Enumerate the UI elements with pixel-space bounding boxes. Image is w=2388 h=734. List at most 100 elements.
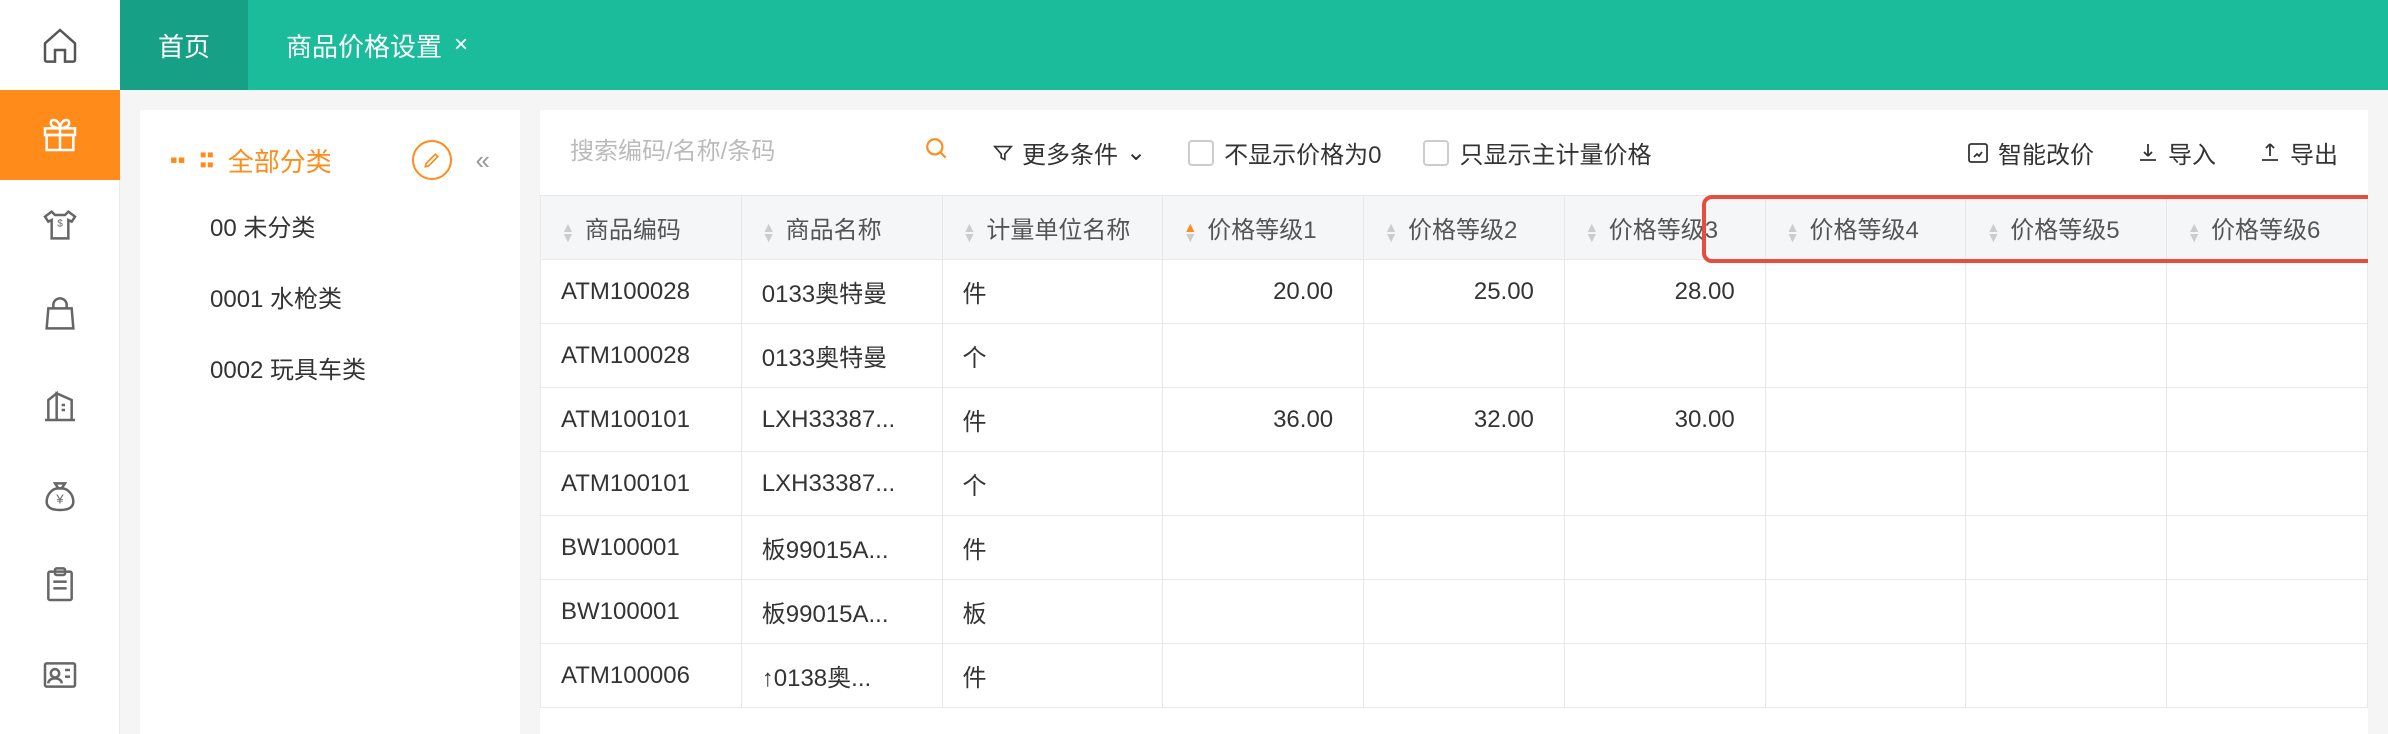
nav-home-icon[interactable]: [0, 0, 120, 90]
cell-p5[interactable]: [1966, 516, 2167, 580]
column-header[interactable]: ▲▼价格等级4: [1765, 196, 1966, 260]
cell-p3[interactable]: 30.00: [1564, 388, 1765, 452]
cell-p6[interactable]: [2167, 452, 2368, 516]
cell-p1[interactable]: [1163, 644, 1364, 708]
cell-p4[interactable]: [1765, 388, 1966, 452]
cell-p5[interactable]: [1966, 260, 2167, 324]
close-icon[interactable]: ×: [454, 31, 468, 59]
nav-gift-icon[interactable]: [0, 90, 120, 180]
cell-p2[interactable]: [1364, 580, 1565, 644]
cell-p6[interactable]: [2167, 644, 2368, 708]
cell-unit: 件: [942, 260, 1163, 324]
column-header[interactable]: ▲▼商品编码: [541, 196, 742, 260]
tool-label: 导出: [2290, 135, 2338, 170]
column-header[interactable]: ▲▼计量单位名称: [942, 196, 1163, 260]
cell-p1[interactable]: 20.00: [1163, 260, 1364, 324]
cell-p5[interactable]: [1966, 644, 2167, 708]
cell-p2[interactable]: [1364, 644, 1565, 708]
cell-p3[interactable]: [1564, 516, 1765, 580]
cell-p3[interactable]: 28.00: [1564, 260, 1765, 324]
cell-name: 板99015A...: [741, 516, 942, 580]
cell-p5[interactable]: [1966, 452, 2167, 516]
nav-bag-icon[interactable]: [0, 270, 120, 360]
cell-p4[interactable]: [1765, 516, 1966, 580]
column-header[interactable]: ▲▼价格等级3: [1564, 196, 1765, 260]
checkbox-only-main[interactable]: 只显示主计量价格: [1423, 135, 1651, 170]
cell-code: ATM100028: [541, 260, 742, 324]
cell-name: 0133奥特曼: [741, 260, 942, 324]
category-item[interactable]: 0001 水枪类: [140, 261, 520, 332]
edit-category-button[interactable]: [412, 140, 452, 180]
column-header[interactable]: ▲▼商品名称: [741, 196, 942, 260]
cell-p1[interactable]: [1163, 580, 1364, 644]
cell-p1[interactable]: 36.00: [1163, 388, 1364, 452]
cell-name: ↑0138奥...: [741, 644, 942, 708]
category-all-label[interactable]: 全部分类: [228, 142, 398, 179]
cell-unit: 个: [942, 324, 1163, 388]
cell-p4[interactable]: [1765, 644, 1966, 708]
nav-contact-icon[interactable]: [0, 630, 120, 720]
category-panel: ▪▪ ▪▪▪▪ 全部分类 « 00 未分类0001 水枪类0002 玩具车类: [140, 110, 520, 734]
cell-p3[interactable]: [1564, 644, 1765, 708]
cell-p1[interactable]: [1163, 516, 1364, 580]
cell-p5[interactable]: [1966, 388, 2167, 452]
checkbox-hide-zero[interactable]: 不显示价格为0: [1188, 135, 1381, 170]
column-header[interactable]: ▲▼价格等级1: [1163, 196, 1364, 260]
nav-shirt-icon[interactable]: $: [0, 180, 120, 270]
cell-p3[interactable]: [1564, 324, 1765, 388]
cell-name: LXH33387...: [741, 452, 942, 516]
nav-money-bag-icon[interactable]: ¥: [0, 450, 120, 540]
table-row[interactable]: ATM1000280133奥特曼件20.0025.0028.00: [541, 260, 2368, 324]
table-row[interactable]: ATM100101LXH33387...件36.0032.0030.00: [541, 388, 2368, 452]
tab-current[interactable]: 商品价格设置 ×: [248, 0, 506, 90]
cell-p6[interactable]: [2167, 580, 2368, 644]
cell-p2[interactable]: [1364, 452, 1565, 516]
smart-edit-button[interactable]: 智能改价: [1966, 135, 2094, 170]
import-button[interactable]: 导入: [2136, 135, 2216, 170]
category-item[interactable]: 0002 玩具车类: [140, 332, 520, 403]
table-row[interactable]: ATM1000280133奥特曼个: [541, 324, 2368, 388]
sort-icon: ▲▼: [1384, 222, 1398, 242]
grid-icon: ▪▪▪▪: [200, 150, 214, 170]
cell-p4[interactable]: [1765, 580, 1966, 644]
sort-icon: ▲▼: [1585, 222, 1599, 242]
cell-p2[interactable]: 32.00: [1364, 388, 1565, 452]
cell-p6[interactable]: [2167, 388, 2368, 452]
search-input[interactable]: [570, 130, 924, 174]
column-header[interactable]: ▲▼价格等级2: [1364, 196, 1565, 260]
table-row[interactable]: BW100001板99015A...件: [541, 516, 2368, 580]
nav-building-icon[interactable]: [0, 360, 120, 450]
table-row[interactable]: ATM100006↑0138奥...件: [541, 644, 2368, 708]
cell-p1[interactable]: [1163, 452, 1364, 516]
svg-text:$: $: [57, 219, 63, 230]
cell-p6[interactable]: [2167, 324, 2368, 388]
cell-unit: 件: [942, 388, 1163, 452]
cell-p4[interactable]: [1765, 324, 1966, 388]
cell-p4[interactable]: [1765, 260, 1966, 324]
cell-p5[interactable]: [1966, 324, 2167, 388]
column-header[interactable]: ▲▼价格等级6: [2167, 196, 2368, 260]
cell-p1[interactable]: [1163, 324, 1364, 388]
nav-clipboard-icon[interactable]: [0, 540, 120, 630]
cell-p3[interactable]: [1564, 452, 1765, 516]
table-row[interactable]: ATM100101LXH33387...个: [541, 452, 2368, 516]
cell-p6[interactable]: [2167, 516, 2368, 580]
cell-p2[interactable]: [1364, 324, 1565, 388]
tab-home[interactable]: 首页: [120, 0, 248, 90]
column-header[interactable]: ▲▼价格等级5: [1966, 196, 2167, 260]
cell-name: LXH33387...: [741, 388, 942, 452]
collapse-icon[interactable]: «: [476, 145, 490, 176]
table-row[interactable]: BW100001板99015A...板: [541, 580, 2368, 644]
checkbox-label: 只显示主计量价格: [1459, 135, 1651, 170]
export-button[interactable]: 导出: [2258, 135, 2338, 170]
cell-p3[interactable]: [1564, 580, 1765, 644]
search-icon[interactable]: [924, 136, 950, 169]
cell-p6[interactable]: [2167, 260, 2368, 324]
cell-p5[interactable]: [1966, 580, 2167, 644]
more-filter-button[interactable]: 更多条件 ⌄: [992, 135, 1146, 170]
category-item[interactable]: 00 未分类: [140, 190, 520, 261]
cell-p2[interactable]: 25.00: [1364, 260, 1565, 324]
cell-p4[interactable]: [1765, 452, 1966, 516]
tabs-bar: 首页 商品价格设置 ×: [120, 0, 2388, 90]
cell-p2[interactable]: [1364, 516, 1565, 580]
